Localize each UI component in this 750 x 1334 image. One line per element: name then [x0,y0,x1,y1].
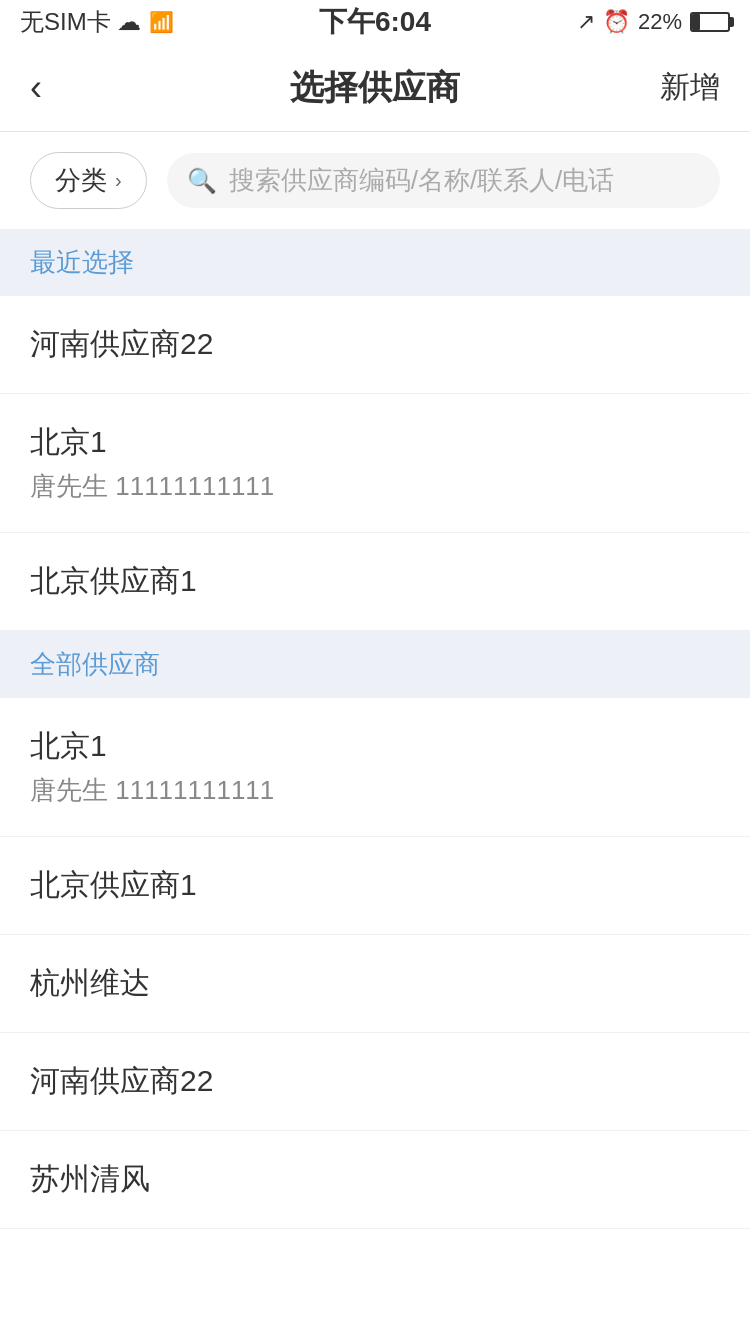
list-item[interactable]: 北京1 唐先生 11111111111 [0,394,750,533]
chevron-down-icon: › [115,169,122,192]
category-label: 分类 [55,163,107,198]
status-time: 下午6:04 [319,3,431,41]
sim-label: 无SIM卡 ☁ [20,6,141,38]
item-name: 北京1 [30,726,720,767]
search-icon: 🔍 [187,167,217,195]
item-name: 河南供应商22 [30,1061,720,1102]
list-item[interactable]: 北京供应商1 [0,533,750,631]
status-bar: 无SIM卡 ☁ 📶 下午6:04 ↗ ⏰ 22% [0,0,750,44]
list-item[interactable]: 北京供应商1 [0,837,750,935]
status-right: ↗ ⏰ 22% [577,9,730,35]
item-name: 北京供应商1 [30,865,720,906]
page-title: 选择供应商 [290,65,460,111]
back-button[interactable]: ‹ [30,67,110,109]
list-item[interactable]: 河南供应商22 [0,1033,750,1131]
search-placeholder: 搜索供应商编码/名称/联系人/电话 [229,163,615,198]
location-icon: ↗ [577,9,595,35]
item-contact: 唐先生 11111111111 [30,773,720,808]
nav-bar: ‹ 选择供应商 新增 [0,44,750,132]
item-name: 河南供应商22 [30,324,720,365]
recent-list: 河南供应商22 北京1 唐先生 11111111111 北京供应商1 [0,296,750,631]
all-list: 北京1 唐先生 11111111111 北京供应商1 杭州维达河南供应商22 苏州清风 [0,698,750,1229]
status-left: 无SIM卡 ☁ 📶 [20,6,174,38]
recent-section-header: 最近选择 [0,229,750,296]
item-name: 苏州清风 [30,1159,720,1200]
list-item[interactable]: 北京1 唐先生 11111111111 [0,698,750,837]
category-filter[interactable]: 分类 › [30,152,147,209]
battery-text: 22% [638,9,682,35]
item-name: 北京1 [30,422,720,463]
filter-bar: 分类 › 🔍 搜索供应商编码/名称/联系人/电话 [0,132,750,229]
battery-icon [690,12,730,32]
list-item[interactable]: 河南供应商22 [0,296,750,394]
alarm-icon: ⏰ [603,9,630,35]
list-item[interactable]: 杭州维达 [0,935,750,1033]
add-button[interactable]: 新增 [640,67,720,108]
search-input[interactable]: 🔍 搜索供应商编码/名称/联系人/电话 [167,153,720,208]
item-contact: 唐先生 11111111111 [30,469,720,504]
list-item[interactable]: 苏州清风 [0,1131,750,1229]
item-name: 北京供应商1 [30,561,720,602]
item-name: 杭州维达 [30,963,720,1004]
wifi-icon: 📶 [149,10,174,34]
all-section-header: 全部供应商 [0,631,750,698]
